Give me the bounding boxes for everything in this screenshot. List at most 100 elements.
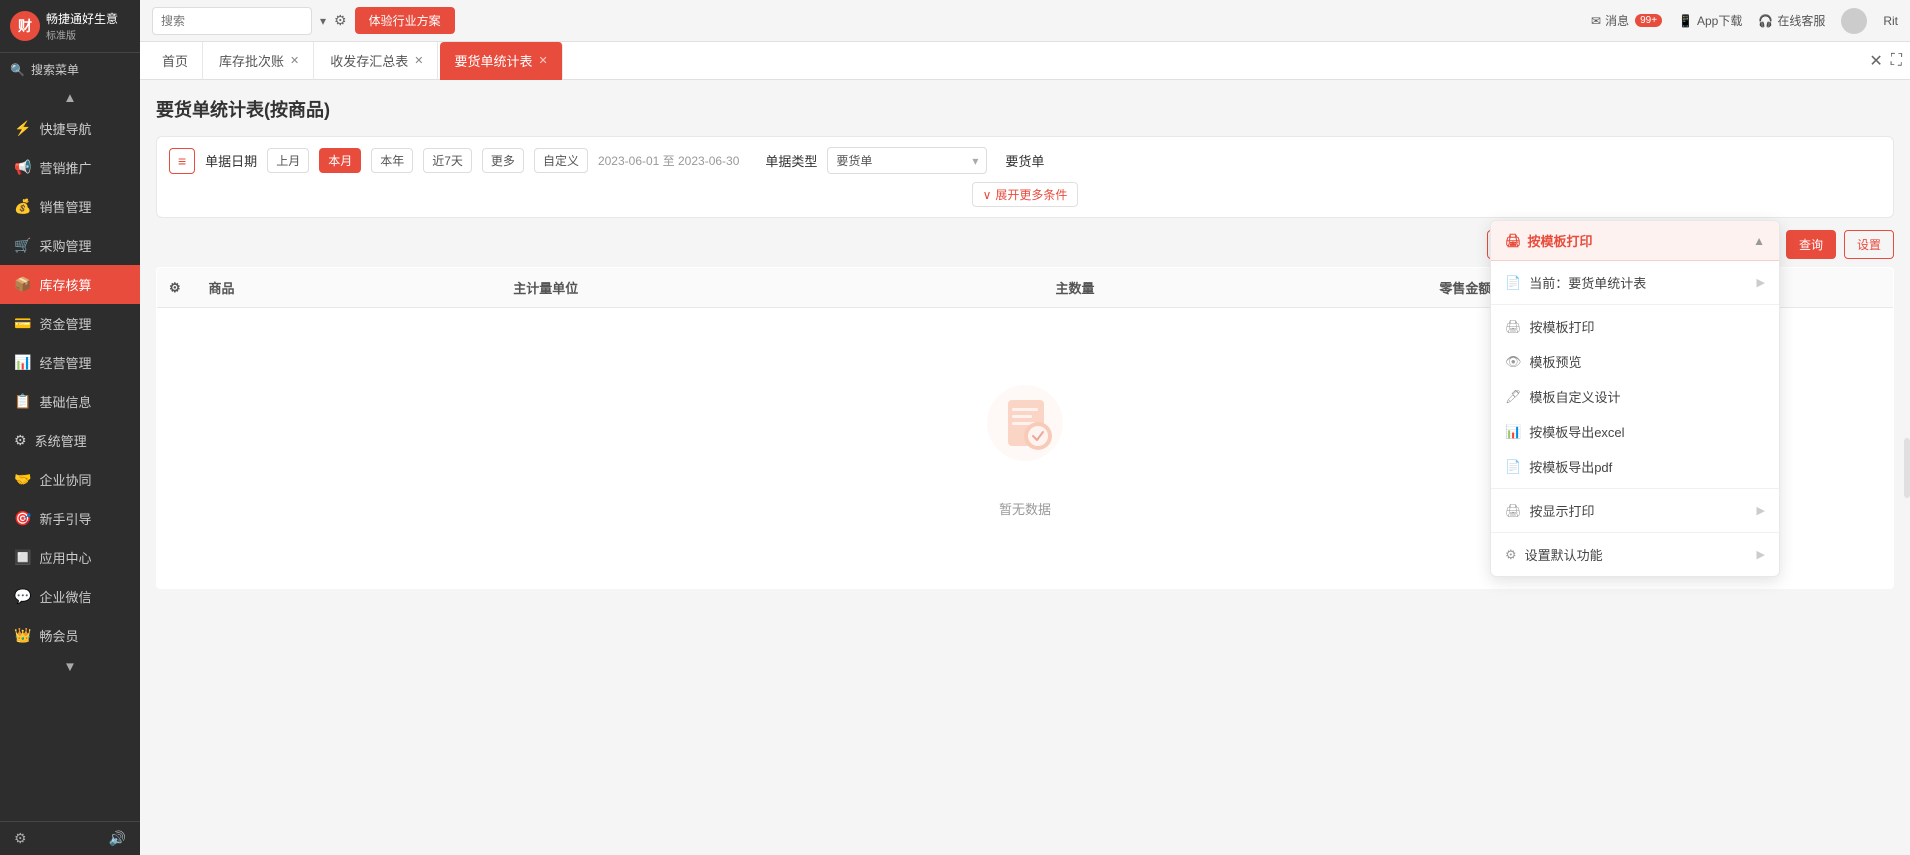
logo-text: 畅捷通好生意 标准版 [46,10,118,42]
main-area: ▾ ⚙ 体验行业方案 ✉ 消息 99+ 📱 App下载 🎧 在线客服 Rit 首… [140,0,1910,855]
tpd-item-export-pdf[interactable]: 📄 按模板导出pdf [1491,449,1779,484]
topbar-gear-btn[interactable]: ⚙ [334,12,347,29]
tpd-display-print-label: 按显示打印 [1530,501,1595,520]
tpd-item-template-preview[interactable]: 👁 模板预览 [1491,344,1779,379]
date-this-year[interactable]: 本年 [371,148,413,173]
tpd-item-set-default[interactable]: ⚙ 设置默认功能 ▶ [1491,537,1779,572]
tpd-item-pdf-left: 📄 按模板导出pdf [1505,457,1612,476]
sidebar-scroll-up[interactable]: ▲ [0,86,140,109]
date-more[interactable]: 更多 [482,148,524,173]
tab-order-stats-close[interactable]: ✕ [539,54,548,67]
sidebar-item-quick-nav[interactable]: ⚡ 快捷导航 [0,109,140,148]
expand-btn[interactable]: ⛶ [1891,51,1902,71]
message-icon: ✉ [1591,14,1601,28]
topbar-dropdown-btn[interactable]: ▾ [320,14,326,28]
order-type-select[interactable]: 要货单 ▾ [827,147,987,174]
sidebar-item-operations[interactable]: 📊 经营管理 [0,343,140,382]
tab-home-label: 首页 [162,51,188,70]
sidebar-item-label: 畅会员 [39,626,78,645]
date-this-month[interactable]: 本月 [319,148,361,173]
online-service-item[interactable]: 🎧 在线客服 [1758,12,1825,29]
sidebar-sound-btn[interactable]: 🔊 [109,830,126,847]
sidebar-item-guide[interactable]: 🎯 新手引导 [0,499,140,538]
tpd-item-display-print[interactable]: 🖨 按显示打印 ▶ [1491,493,1779,528]
tpd-item-current-left: 📄 当前：要货单统计表 [1505,273,1646,292]
sidebar-item-purchase[interactable]: 🛒 采购管理 [0,226,140,265]
sidebar-item-label: 营销推广 [39,158,91,177]
sidebar-item-label: 库存核算 [39,275,91,294]
avatar[interactable] [1841,8,1867,34]
settings-btn[interactable]: 设置 [1844,230,1894,259]
app-download-item[interactable]: 📱 App下载 [1678,12,1742,29]
date-last-month[interactable]: 上月 [267,148,309,173]
current-template-icon: 📄 [1505,275,1521,291]
tpd-item-current-template[interactable]: 📄 当前：要货单统计表 ▶ [1491,265,1779,300]
tpd-item-print-left: 🖨 按模板打印 [1505,317,1595,336]
tpd-item-custom-left: 🖊 模板自定义设计 [1505,387,1621,406]
tpd-print-item-icon: 🖨 [1505,319,1522,335]
expand-more-btn[interactable]: ∨ 展开更多条件 [972,182,1079,207]
tpd-set-default-label: 设置默认功能 [1525,545,1603,564]
tab-batch-account-close[interactable]: ✕ [290,54,299,67]
expand-more-label: 展开更多条件 [995,186,1067,203]
sidebar-item-label: 企业微信 [39,587,91,606]
close-all-btn[interactable]: ✕ [1869,51,1882,71]
sidebar-settings-btn[interactable]: ⚙ [14,830,27,847]
app-download-icon: 📱 [1678,14,1693,28]
tab-receipt-summary-close[interactable]: ✕ [414,54,423,67]
sidebar-item-finance[interactable]: 💳 资金管理 [0,304,140,343]
current-template-arrow: ▶ [1757,276,1765,289]
sidebar-item-sales[interactable]: 💰 销售管理 [0,187,140,226]
quick-nav-icon: ⚡ [14,120,31,137]
tpd-custom-icon: 🖊 [1505,389,1522,405]
sidebar-item-marketing[interactable]: 📢 营销推广 [0,148,140,187]
tpd-section-current: 📄 当前：要货单统计表 ▶ [1491,261,1779,305]
template-print-dropdown: 🖨 按模板打印 ▲ 📄 当前：要货单统计表 ▶ 🖨 [1490,220,1780,577]
empty-icon [980,378,1070,487]
sidebar-item-inventory[interactable]: 📦 库存核算 [0,265,140,304]
tpd-item-export-excel[interactable]: 📊 按模板导出excel [1491,414,1779,449]
sidebar-scroll-down[interactable]: ▼ [0,655,140,678]
topbar-search-input[interactable] [152,7,312,35]
filter-expand-icon-btn[interactable]: ≡ [169,148,195,174]
col-settings[interactable]: ⚙ [157,268,197,308]
system-icon: ⚙ [14,432,27,449]
query-btn[interactable]: 查询 [1786,230,1836,259]
tpd-section-actions: 🖨 按模板打印 👁 模板预览 🖊 模板自定义设计 [1491,305,1779,489]
sidebar-item-member[interactable]: 👑 畅会员 [0,616,140,655]
topbar: ▾ ⚙ 体验行业方案 ✉ 消息 99+ 📱 App下载 🎧 在线客服 Rit [140,0,1910,42]
online-service-label: 在线客服 [1777,12,1825,29]
trial-btn[interactable]: 体验行业方案 [355,7,455,34]
date-7days[interactable]: 近7天 [423,148,472,173]
tab-order-stats[interactable]: 要货单统计表 ✕ [440,42,562,80]
order-type-arrow: ▾ [972,154,978,168]
sidebar-footer: ⚙ 🔊 [0,821,140,855]
inventory-icon: 📦 [14,276,31,293]
sidebar-item-apps[interactable]: 🔲 应用中心 [0,538,140,577]
scroll-indicator [1904,438,1910,498]
tpd-item-template-custom[interactable]: 🖊 模板自定义设计 [1491,379,1779,414]
guide-icon: 🎯 [14,510,31,527]
sidebar-item-system[interactable]: ⚙ 系统管理 [0,421,140,460]
tpd-pdf-icon: 📄 [1505,459,1521,475]
order-type-label: 单据类型 [765,151,817,170]
sidebar: 财 畅捷通好生意 标准版 🔍 搜索菜单 ▲ ⚡ 快捷导航 📢 营销推广 💰 销售… [0,0,140,855]
wechat-icon: 💬 [14,588,31,605]
tabbar: 首页 库存批次账 ✕ 收发存汇总表 ✕ 要货单统计表 ✕ ✕ ⛶ [140,42,1910,80]
col-product: 商品 [197,268,502,308]
purchase-icon: 🛒 [14,237,31,254]
sidebar-item-collab[interactable]: 🤝 企业协同 [0,460,140,499]
search-menu[interactable]: 🔍 搜索菜单 [0,53,140,86]
tab-home[interactable]: 首页 [148,42,203,80]
tpd-collapse-btn[interactable]: ▲ [1753,234,1765,248]
sidebar-item-basic[interactable]: 📋 基础信息 [0,382,140,421]
sidebar-item-wechat[interactable]: 💬 企业微信 [0,577,140,616]
tab-batch-account[interactable]: 库存批次账 ✕ [205,42,314,80]
date-range-display: 2023-06-01 至 2023-06-30 [598,152,739,169]
app-name: 畅捷通好生意 [46,10,118,27]
date-custom[interactable]: 自定义 [534,148,588,173]
messages-item[interactable]: ✉ 消息 99+ [1591,12,1662,29]
tab-receipt-summary[interactable]: 收发存汇总表 ✕ [316,42,438,80]
tpd-item-template-print[interactable]: 🖨 按模板打印 [1491,309,1779,344]
tpd-pdf-label: 按模板导出pdf [1529,457,1612,476]
